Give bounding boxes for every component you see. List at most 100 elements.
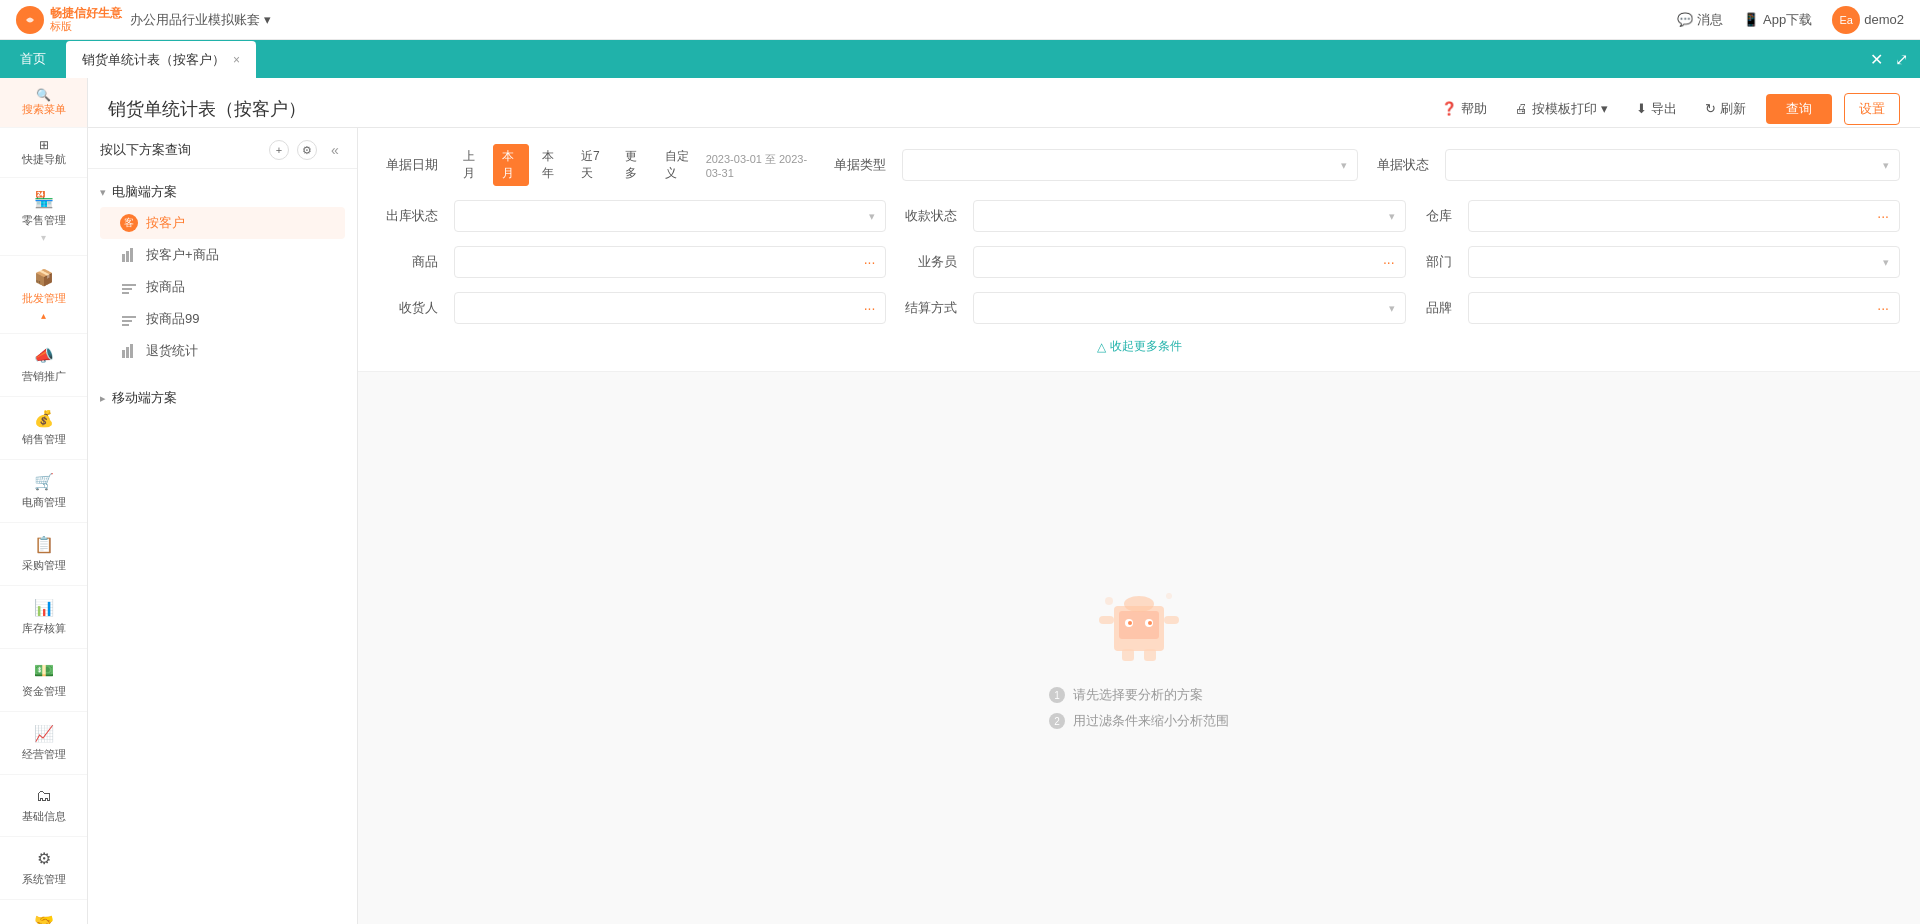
scheme-by-customer-goods[interactable]: 按客户+商品: [100, 239, 345, 271]
svg-rect-3: [130, 248, 133, 262]
sidebar-item-inventory[interactable]: 📊 库存核算: [0, 586, 87, 649]
header-right: 💬 消息 📱 App下载 Ea demo2: [1677, 6, 1904, 34]
scheme-by-goods[interactable]: 按商品: [100, 271, 345, 303]
doc-status-chevron: [1883, 158, 1889, 172]
warehouse-dots[interactable]: ···: [1877, 208, 1889, 224]
app-download-button[interactable]: 📱 App下载: [1743, 11, 1812, 29]
scheme-chart-icon4: [120, 342, 138, 360]
collapse-filter-button[interactable]: △ 收起更多条件: [1097, 338, 1182, 355]
warehouse-select[interactable]: ···: [1468, 200, 1900, 232]
department-select[interactable]: [1468, 246, 1900, 278]
svg-rect-10: [122, 350, 125, 358]
svg-point-21: [1124, 596, 1154, 612]
this-month-btn[interactable]: 本月: [493, 144, 528, 186]
department-label: 部门: [1422, 253, 1452, 271]
sidebar-item-nav[interactable]: ⊞ 快捷导航: [0, 128, 87, 178]
goods-select[interactable]: ···: [454, 246, 886, 278]
sidebar: 🔍 搜索菜单 ⊞ 快捷导航 🏪 零售管理 ▾ 📦 批发管理 ▴ 📣 营销推广 💰…: [0, 78, 88, 924]
receipt-status-select[interactable]: [973, 200, 1405, 232]
last7days-btn[interactable]: 近7天: [572, 144, 612, 186]
nav-icon: ⊞: [39, 138, 49, 152]
mobile-group-toggle[interactable]: ▸ 移动端方案: [100, 383, 345, 413]
wholesale-arrow-icon: ▴: [41, 310, 46, 321]
svg-point-17: [1128, 621, 1132, 625]
more-btn[interactable]: 更多: [616, 144, 651, 186]
sidebar-item-marketing[interactable]: 📣 营销推广: [0, 334, 87, 397]
brand-dots[interactable]: ···: [1877, 300, 1889, 316]
doc-status-select[interactable]: [1445, 149, 1900, 181]
svg-rect-20: [1164, 616, 1179, 624]
query-button[interactable]: 查询: [1766, 94, 1832, 124]
print-button[interactable]: 🖨 按模板打印 ▾: [1507, 96, 1616, 122]
export-button[interactable]: ⬇ 导出: [1628, 96, 1685, 122]
salesperson-select[interactable]: ···: [973, 246, 1405, 278]
salesperson-dots[interactable]: ···: [1383, 254, 1395, 270]
operation-icon: 📈: [34, 724, 54, 743]
receiver-select[interactable]: ···: [454, 292, 886, 324]
this-year-btn[interactable]: 本年: [533, 144, 568, 186]
sidebar-item-purchase[interactable]: 📋 采购管理: [0, 523, 87, 586]
empty-state: 1 请先选择要分析的方案 2 用过滤条件来缩小分析范围: [358, 372, 1920, 924]
receiver-dots[interactable]: ···: [864, 300, 876, 316]
svg-rect-8: [122, 320, 132, 322]
sidebar-item-operation[interactable]: 📈 经营管理: [0, 712, 87, 775]
settlement-label: 结算方式: [902, 299, 957, 317]
scheme-by-customer[interactable]: 客 按客户: [100, 207, 345, 239]
receipt-status-label: 收款状态: [902, 207, 957, 225]
search-icon: 🔍: [36, 88, 51, 102]
brand-select[interactable]: ···: [1468, 292, 1900, 324]
phone-icon: 📱: [1743, 12, 1759, 27]
empty-tips: 1 请先选择要分析的方案 2 用过滤条件来缩小分析范围: [1049, 686, 1229, 730]
doc-status-label: 单据状态: [1374, 156, 1429, 174]
empty-tip-1: 1 请先选择要分析的方案: [1049, 686, 1229, 704]
add-scheme-button[interactable]: +: [269, 140, 289, 160]
sidebar-item-retail[interactable]: 🏪 零售管理 ▾: [0, 178, 87, 256]
scheme-settings-button[interactable]: ⚙: [297, 140, 317, 160]
window-maximize-icon[interactable]: ⤢: [1895, 50, 1908, 69]
svg-rect-12: [130, 344, 133, 358]
help-button[interactable]: ❓ 帮助: [1433, 96, 1495, 122]
settlement-select[interactable]: [973, 292, 1405, 324]
user-avatar-area[interactable]: Ea demo2: [1832, 6, 1904, 34]
sidebar-item-wholesale[interactable]: 📦 批发管理 ▴: [0, 256, 87, 334]
out-status-select[interactable]: [454, 200, 886, 232]
scheme-return-stats[interactable]: 退货统计: [100, 335, 345, 367]
account-selector[interactable]: 办公用品行业模拟账套 ▾: [130, 11, 271, 29]
goods-label: 商品: [378, 253, 438, 271]
doc-type-chevron: [1341, 158, 1347, 172]
department-chevron: [1883, 255, 1889, 269]
sidebar-item-finance[interactable]: 💵 资金管理: [0, 649, 87, 712]
sidebar-item-sales[interactable]: 💰 销售管理: [0, 397, 87, 460]
desktop-group-toggle[interactable]: ▾ 电脑端方案: [100, 177, 345, 207]
doc-type-select[interactable]: [902, 149, 1357, 181]
tab-sales-stats[interactable]: 销货单统计表（按客户） ×: [66, 41, 256, 79]
tab-close-icon[interactable]: ×: [233, 53, 240, 67]
window-close-icon[interactable]: ✕: [1870, 50, 1883, 69]
last-month-btn[interactable]: 上月: [454, 144, 489, 186]
settings-button[interactable]: 设置: [1844, 93, 1900, 125]
svg-rect-9: [122, 324, 129, 326]
sidebar-item-system[interactable]: ⚙ 系统管理: [0, 837, 87, 900]
print-arrow-icon: ▾: [1601, 101, 1608, 116]
message-button[interactable]: 💬 消息: [1677, 11, 1723, 29]
scheme-by-goods99[interactable]: 按商品99: [100, 303, 345, 335]
collapse-up-icon: △: [1097, 340, 1106, 354]
refresh-button[interactable]: ↻ 刷新: [1697, 96, 1754, 122]
goods-dots[interactable]: ···: [864, 254, 876, 270]
collab-icon: 🤝: [34, 912, 54, 924]
header-left: 畅捷信好生意 标版 办公用品行业模拟账套 ▾: [16, 6, 271, 34]
sidebar-item-ecommerce[interactable]: 🛒 电商管理: [0, 460, 87, 523]
sidebar-item-basic[interactable]: 🗂 基础信息: [0, 775, 87, 837]
sidebar-item-collab[interactable]: 🤝 企业协同: [0, 900, 87, 924]
doc-type-label: 单据类型: [831, 156, 886, 174]
marketing-icon: 📣: [34, 346, 54, 365]
receiver-label: 收货人: [378, 299, 438, 317]
svg-rect-7: [122, 316, 136, 318]
filter-row-4: 收货人 ··· 结算方式 品牌 ···: [378, 292, 1900, 324]
sidebar-item-search[interactable]: 🔍 搜索菜单: [0, 78, 87, 128]
print-icon: 🖨: [1515, 101, 1528, 116]
receipt-status-chevron: [1389, 209, 1395, 223]
tab-home[interactable]: 首页: [0, 40, 66, 78]
custom-btn[interactable]: 自定义: [656, 144, 700, 186]
panel-collapse-button[interactable]: «: [325, 140, 345, 160]
